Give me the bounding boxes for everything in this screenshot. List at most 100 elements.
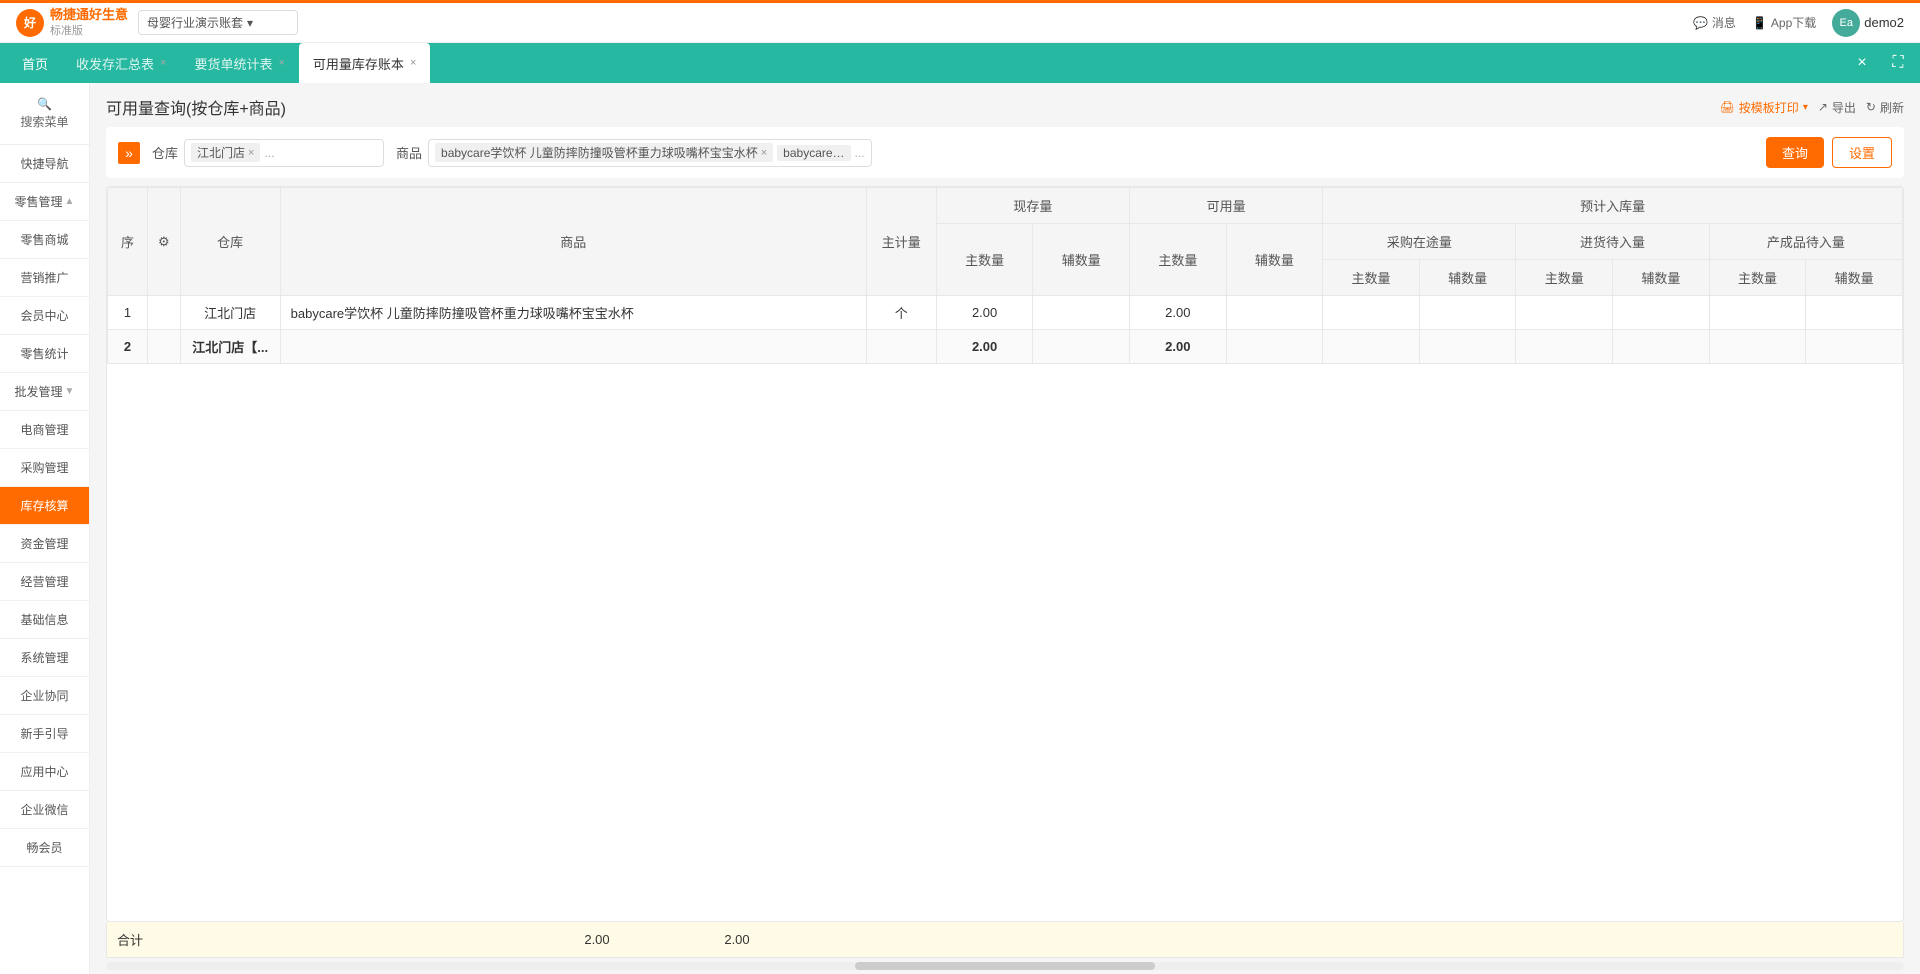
tab-receipts-label: 收发存汇总表: [76, 54, 154, 73]
warehouse-tag-jiangbei-remove[interactable]: ×: [248, 147, 254, 159]
tab-home-label: 首页: [22, 54, 48, 73]
message-action[interactable]: 💬 消息: [1693, 14, 1736, 31]
product-filter-tags[interactable]: babycare学饮杯 儿童防摔防撞吸管杯重力球吸嘴杯宝宝水杯 × babyca…: [428, 139, 872, 167]
logo-text: 畅捷通好生意: [50, 7, 128, 23]
product-tag-babycare-remove[interactable]: ×: [761, 147, 767, 159]
cell-settings: [148, 296, 181, 330]
sidebar-item-new-guide[interactable]: 新手引导: [0, 715, 89, 753]
logo-area: 好 畅捷通好生意 标准版: [16, 7, 128, 39]
sidebar-item-new-guide-label: 新手引导: [20, 725, 68, 742]
settings-button[interactable]: 设置: [1832, 137, 1892, 168]
sidebar-item-vip[interactable]: 畅会员: [0, 829, 89, 867]
product-filter-group: 商品 babycare学饮杯 儿童防摔防撞吸管杯重力球吸嘴杯宝宝水杯 × bab…: [396, 139, 872, 167]
horizontal-scrollbar[interactable]: [106, 962, 1904, 970]
th-pt-aux: 辅数量: [1419, 260, 1516, 296]
subtotal-avail-main: 2.00: [1130, 330, 1227, 364]
th-ip-main: 主数量: [1516, 260, 1613, 296]
tab-close-all[interactable]: ×: [1848, 49, 1876, 77]
app-icon: 📱: [1752, 16, 1767, 30]
cell-avail-aux: [1226, 296, 1323, 330]
sidebar-item-marketing-label: 营销推广: [20, 269, 68, 286]
warehouse-filter-group: 仓库 江北门店 × ...: [152, 139, 384, 167]
sidebar-item-basic-info[interactable]: 基础信息: [0, 601, 89, 639]
username: demo2: [1864, 15, 1904, 30]
product-tag-babycare-text: babycare学饮杯 儿童防摔防撞吸管杯重力球吸嘴杯宝宝水杯: [441, 144, 758, 161]
tab-home[interactable]: 首页: [8, 43, 62, 83]
th-planned-inbound: 预计入库量: [1323, 188, 1903, 224]
sidebar-item-retail-mgmt[interactable]: 零售管理 ▲: [0, 183, 89, 221]
product-filter-more[interactable]: ...: [855, 146, 865, 160]
industry-selector[interactable]: 母婴行业演示账套 ▾: [138, 10, 298, 35]
search-icon: 🔍: [37, 97, 52, 111]
print-template-label: 按模板打印: [1739, 99, 1799, 116]
sidebar-item-quick-nav[interactable]: 快捷导航: [0, 145, 89, 183]
inventory-table: 序 ⚙ 仓库 商品 主计量 现存量 可用量 预计入库量 主数量 辅数量 主数量 …: [107, 187, 1903, 364]
subtotal-current-aux: [1033, 330, 1130, 364]
user-area[interactable]: Ea demo2: [1832, 9, 1904, 37]
warehouse-filter-tags[interactable]: 江北门店 × ...: [184, 139, 384, 167]
print-template-button[interactable]: 🖨 按模板打印 ▾: [1720, 99, 1808, 116]
warehouse-filter-more[interactable]: ...: [264, 146, 274, 160]
query-button[interactable]: 查询: [1766, 137, 1824, 168]
export-button[interactable]: ↗ 导出: [1818, 99, 1856, 116]
scroll-thumb[interactable]: [855, 962, 1155, 970]
subtotal-product: [280, 330, 866, 364]
sidebar-item-retail-stats[interactable]: 零售统计: [0, 335, 89, 373]
industry-dropdown-icon: ▾: [247, 16, 253, 30]
warehouse-tag-jiangbei-text: 江北门店: [197, 144, 245, 161]
th-product: 商品: [280, 188, 866, 296]
sidebar-item-marketing[interactable]: 营销推广: [0, 259, 89, 297]
subtotal-settings: [148, 330, 181, 364]
app-download-action[interactable]: 📱 App下载: [1752, 14, 1816, 31]
subtotal-ip-main: [1516, 330, 1613, 364]
tab-available-inventory[interactable]: 可用量库存账本 ×: [299, 43, 430, 83]
export-icon: ↗: [1818, 100, 1828, 114]
page-header: 可用量查询(按仓库+商品) 🖨 按模板打印 ▾ ↗ 导出 ↻ 刷新: [90, 83, 1920, 127]
search-menu-button[interactable]: 🔍 搜索菜单: [8, 91, 81, 136]
table-row-subtotal: 2 江北门店【... 2.00 2.00: [108, 330, 1903, 364]
th-pp-aux: 辅数量: [1806, 260, 1903, 296]
sidebar-item-wholesale-mgmt-label: 批发管理: [15, 383, 63, 400]
cell-pt-aux: [1419, 296, 1516, 330]
sidebar-item-vip-label: 畅会员: [26, 839, 62, 856]
tab-available-inventory-close[interactable]: ×: [410, 57, 416, 69]
expand-filter-button[interactable]: »: [118, 142, 140, 164]
sidebar-item-finance-mgmt[interactable]: 资金管理: [0, 525, 89, 563]
sidebar-item-enterprise-collab[interactable]: 企业协同: [0, 677, 89, 715]
cell-pp-main: [1709, 296, 1806, 330]
sidebar-item-basic-info-label: 基础信息: [20, 611, 68, 628]
tab-receipts[interactable]: 收发存汇总表 ×: [62, 43, 180, 83]
warehouse-filter-label: 仓库: [152, 143, 178, 162]
tab-receipts-close[interactable]: ×: [160, 57, 166, 69]
subtotal-pp-main: [1709, 330, 1806, 364]
sidebar-item-operations-mgmt[interactable]: 经营管理: [0, 563, 89, 601]
sidebar-item-purchase-mgmt-label: 采购管理: [20, 459, 68, 476]
cell-product: babycare学饮杯 儿童防摔防撞吸管杯重力球吸嘴杯宝宝水杯: [280, 296, 866, 330]
th-warehouse: 仓库: [180, 188, 280, 296]
sidebar-item-purchase-mgmt[interactable]: 采购管理: [0, 449, 89, 487]
refresh-button[interactable]: ↻ 刷新: [1866, 99, 1904, 116]
message-icon: 💬: [1693, 16, 1708, 30]
th-settings[interactable]: ⚙: [148, 188, 181, 296]
tab-expand[interactable]: ⛶: [1884, 49, 1912, 77]
sidebar-item-enterprise-collab-label: 企业协同: [20, 687, 68, 704]
sidebar-item-member-center[interactable]: 会员中心: [0, 297, 89, 335]
sidebar-item-system-mgmt[interactable]: 系统管理: [0, 639, 89, 677]
th-current-stock: 现存量: [936, 188, 1129, 224]
top-bar-right: 💬 消息 📱 App下载 Ea demo2: [1693, 9, 1904, 37]
tab-order-summary-close[interactable]: ×: [278, 57, 284, 69]
sidebar-item-wholesale-mgmt[interactable]: 批发管理 ▼: [0, 373, 89, 411]
subtotal-warehouse: 江北门店【...: [180, 330, 280, 364]
sidebar-item-inventory[interactable]: 库存核算: [0, 487, 89, 525]
product-tag-babycare2: babycare…: [777, 145, 850, 161]
sidebar-item-retail-mall[interactable]: 零售商城: [0, 221, 89, 259]
sidebar-item-retail-mgmt-label: 零售管理: [15, 193, 63, 210]
th-available-main: 主数量: [1130, 224, 1227, 296]
tab-order-summary[interactable]: 要货单统计表 ×: [180, 43, 298, 83]
subtotal-avail-aux: [1226, 330, 1323, 364]
sidebar-item-enterprise-wechat[interactable]: 企业微信: [0, 791, 89, 829]
sidebar-item-app-center[interactable]: 应用中心: [0, 753, 89, 791]
cell-no: 1: [108, 296, 148, 330]
sidebar-item-ecommerce-mgmt[interactable]: 电商管理: [0, 411, 89, 449]
total-avail-main: 2.00: [702, 932, 772, 947]
